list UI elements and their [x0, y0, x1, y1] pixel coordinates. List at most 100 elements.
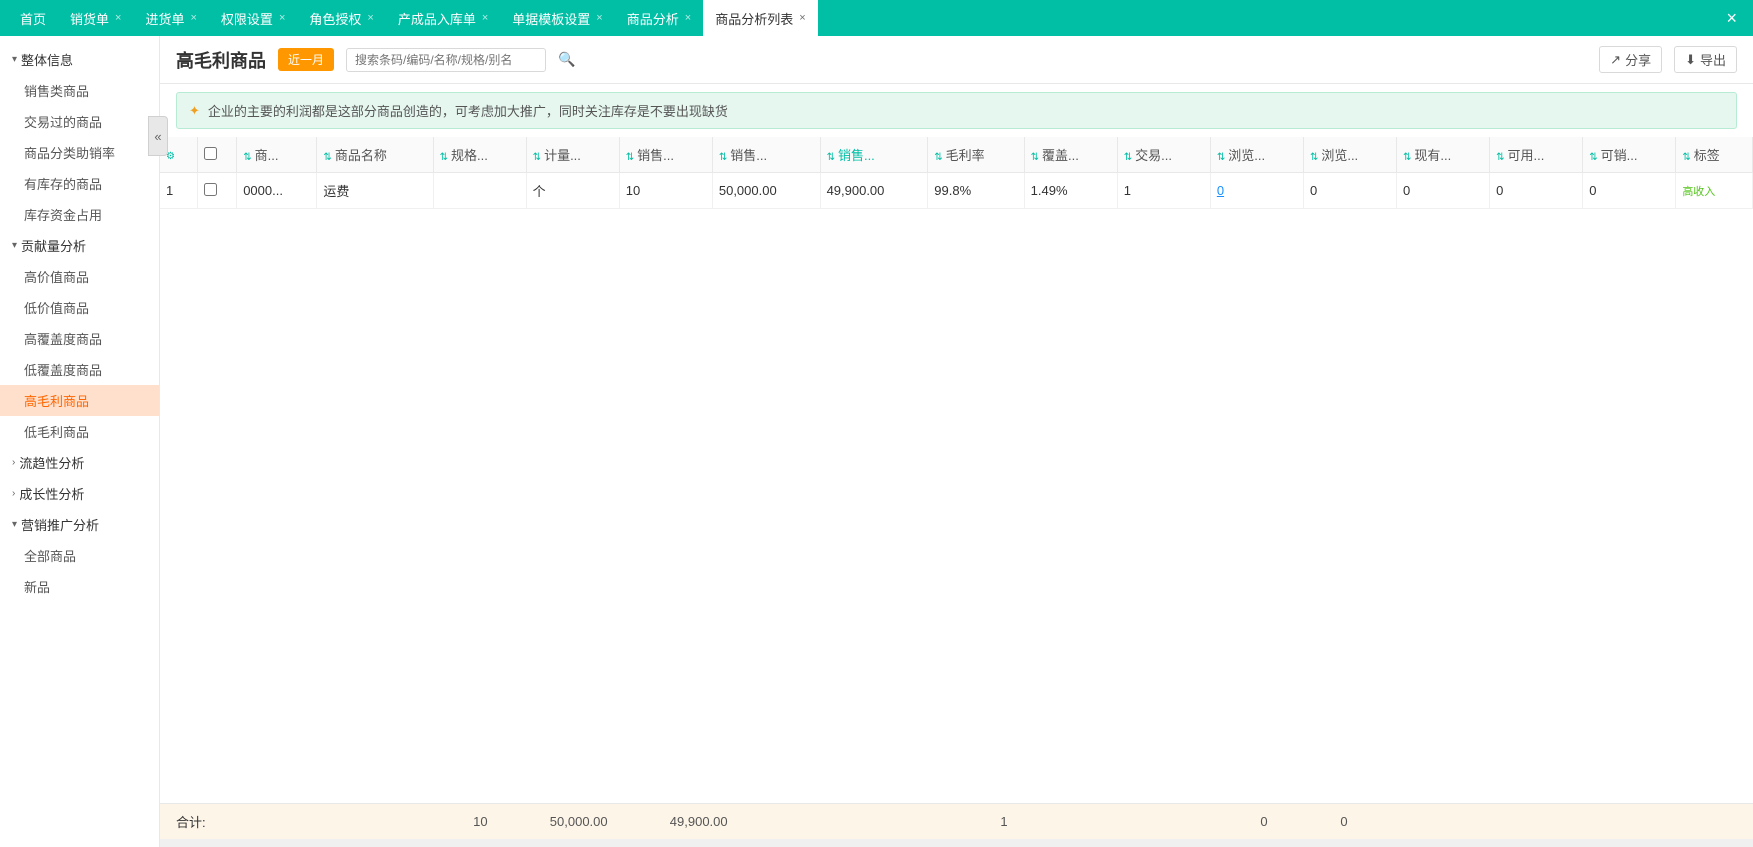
- content-header: 高毛利商品 近一月 🔍 ↗ 分享 ⬇ 导出: [160, 36, 1753, 84]
- col-check[interactable]: [197, 137, 237, 173]
- nav-role-auth-close[interactable]: ×: [367, 12, 373, 24]
- table-row: 1 0000... 运费 个 10 50,000.00 49,900.00 99…: [160, 173, 1753, 209]
- overall-group-arrow: ▾: [12, 54, 17, 65]
- footer-available: 0: [1274, 814, 1354, 829]
- nav-template-settings-close[interactable]: ×: [596, 12, 602, 24]
- cell-unit: 个: [526, 173, 619, 209]
- sidebar-item-high-margin[interactable]: 高毛利商品: [0, 385, 159, 416]
- sidebar-item-stock-capital[interactable]: 库存资金占用: [0, 199, 159, 230]
- cell-seq: 1: [160, 173, 197, 209]
- nav-product-analysis-close[interactable]: ×: [685, 12, 691, 24]
- nav-sales-order[interactable]: 销货单 ×: [58, 0, 133, 36]
- col-unit[interactable]: ⇅计量...: [526, 137, 619, 173]
- sidebar-item-new-products[interactable]: 新品: [0, 571, 159, 602]
- sidebar: ▾ 整体信息 销售类商品 交易过的商品 商品分类助销率 有库存的商品 库存资金占…: [0, 36, 160, 847]
- col-available[interactable]: ⇅可用...: [1490, 137, 1583, 173]
- cell-check[interactable]: [197, 173, 237, 209]
- share-icon: ↗: [1610, 52, 1621, 68]
- col-current[interactable]: ⇅现有...: [1397, 137, 1490, 173]
- filter-button[interactable]: 近一月: [278, 48, 334, 71]
- nav-product-analysis-list-close[interactable]: ×: [799, 12, 805, 24]
- sidebar-item-all-products[interactable]: 全部商品: [0, 540, 159, 571]
- export-button[interactable]: ⬇ 导出: [1674, 46, 1737, 73]
- col-coverage[interactable]: ⇅覆盖...: [1024, 137, 1117, 173]
- col-sellable[interactable]: ⇅可销...: [1583, 137, 1676, 173]
- col-trade[interactable]: ⇅交易...: [1117, 137, 1210, 173]
- horizontal-scrollbar[interactable]: [160, 839, 1753, 847]
- cell-sale-amount: 50,000.00: [712, 173, 820, 209]
- select-all-checkbox[interactable]: [204, 147, 217, 160]
- nav-permission-settings[interactable]: 权限设置 ×: [209, 0, 297, 36]
- info-banner: ✦ 企业的主要的利润都是这部分商品创造的，可考虑加大推广，同时关注库存是不要出现…: [176, 92, 1737, 129]
- nav-permission-settings-close[interactable]: ×: [279, 12, 285, 24]
- nav-role-auth[interactable]: 角色授权 ×: [297, 0, 385, 36]
- cell-sellable: 0: [1583, 173, 1676, 209]
- nav-home[interactable]: 首页: [8, 0, 58, 36]
- col-sale-profit[interactable]: ⇅销售...: [820, 137, 928, 173]
- tag-badge: 高收入: [1682, 186, 1715, 198]
- sidebar-item-category-rate[interactable]: 商品分类助销率: [0, 137, 159, 168]
- main-area: ▾ 整体信息 销售类商品 交易过的商品 商品分类助销率 有库存的商品 库存资金占…: [0, 36, 1753, 847]
- sidebar-item-low-coverage[interactable]: 低覆盖度商品: [0, 354, 159, 385]
- search-input[interactable]: [346, 48, 546, 72]
- sidebar-group-contribution[interactable]: ▾ 贡献量分析: [0, 230, 159, 261]
- data-table: ⚙ ⇅商... ⇅商品名称 ⇅规格... ⇅计量... ⇅销售... ⇅销售..…: [160, 137, 1753, 209]
- col-margin[interactable]: ⇅毛利率: [928, 137, 1024, 173]
- sidebar-group-trend[interactable]: › 流趋性分析: [0, 447, 159, 478]
- nav-product-analysis[interactable]: 商品分析 ×: [615, 0, 703, 36]
- cell-browse1[interactable]: 0: [1210, 173, 1303, 209]
- sidebar-item-high-coverage[interactable]: 高覆盖度商品: [0, 323, 159, 354]
- window-close-button[interactable]: ×: [1718, 8, 1745, 29]
- sidebar-group-overall[interactable]: ▾ 整体信息: [0, 44, 159, 75]
- nav-purchase-order-close[interactable]: ×: [190, 12, 196, 24]
- search-button[interactable]: 🔍: [558, 51, 575, 68]
- col-sale-amount[interactable]: ⇅销售...: [712, 137, 820, 173]
- sidebar-item-high-value[interactable]: 高价值商品: [0, 261, 159, 292]
- footer-label: 合计:: [176, 812, 206, 831]
- nav-product-analysis-list[interactable]: 商品分析列表 ×: [703, 0, 817, 36]
- nav-purchase-order[interactable]: 进货单 ×: [133, 0, 208, 36]
- col-code[interactable]: ⇅商...: [237, 137, 317, 173]
- sidebar-collapse-button[interactable]: «: [148, 116, 168, 156]
- footer-sale-profit: 49,900.00: [614, 814, 734, 829]
- col-name[interactable]: ⇅商品名称: [317, 137, 433, 173]
- growth-group-arrow: ›: [12, 488, 15, 499]
- sidebar-group-growth[interactable]: › 成长性分析: [0, 478, 159, 509]
- cell-available: 0: [1490, 173, 1583, 209]
- nav-product-inbound[interactable]: 产成品入库单 ×: [386, 0, 500, 36]
- sidebar-item-traded-products[interactable]: 交易过的商品: [0, 106, 159, 137]
- cell-sale-qty: 10: [619, 173, 712, 209]
- scrollbar-inner: [160, 839, 1753, 847]
- trend-group-arrow: ›: [12, 457, 15, 468]
- info-icon: ✦: [189, 103, 200, 119]
- footer-trade: 1: [934, 814, 1014, 829]
- cell-tag: 高收入: [1676, 173, 1753, 209]
- cell-code: 0000...: [237, 173, 317, 209]
- cell-coverage: 1.49%: [1024, 173, 1117, 209]
- sidebar-item-in-stock[interactable]: 有库存的商品: [0, 168, 159, 199]
- share-button[interactable]: ↗ 分享: [1599, 46, 1662, 73]
- footer-current: 0: [1194, 814, 1274, 829]
- cell-name: 运费: [317, 173, 433, 209]
- top-navigation: 首页 销货单 × 进货单 × 权限设置 × 角色授权 × 产成品入库单 × 单据…: [0, 0, 1753, 36]
- cell-margin: 99.8%: [928, 173, 1024, 209]
- col-sale-qty[interactable]: ⇅销售...: [619, 137, 712, 173]
- nav-template-settings[interactable]: 单据模板设置 ×: [500, 0, 614, 36]
- sidebar-item-low-value[interactable]: 低价值商品: [0, 292, 159, 323]
- col-spec[interactable]: ⇅规格...: [433, 137, 526, 173]
- sidebar-group-marketing[interactable]: ▾ 营销推广分析: [0, 509, 159, 540]
- cell-trade: 1: [1117, 173, 1210, 209]
- col-tag[interactable]: ⇅标签: [1676, 137, 1753, 173]
- row-checkbox[interactable]: [204, 183, 217, 196]
- nav-sales-order-close[interactable]: ×: [115, 12, 121, 24]
- contribution-group-arrow: ▾: [12, 240, 17, 251]
- sidebar-item-low-margin[interactable]: 低毛利商品: [0, 416, 159, 447]
- footer-sale-qty: 10: [414, 814, 494, 829]
- col-browse2[interactable]: ⇅浏览...: [1303, 137, 1396, 173]
- col-browse1[interactable]: ⇅浏览...: [1210, 137, 1303, 173]
- sidebar-item-sales-products[interactable]: 销售类商品: [0, 75, 159, 106]
- footer-sale-amount: 50,000.00: [494, 814, 614, 829]
- footer-summary: 合计: 10 50,000.00 49,900.00 1 0 0: [160, 803, 1753, 839]
- nav-product-inbound-close[interactable]: ×: [482, 12, 488, 24]
- table-container: ⚙ ⇅商... ⇅商品名称 ⇅规格... ⇅计量... ⇅销售... ⇅销售..…: [160, 137, 1753, 803]
